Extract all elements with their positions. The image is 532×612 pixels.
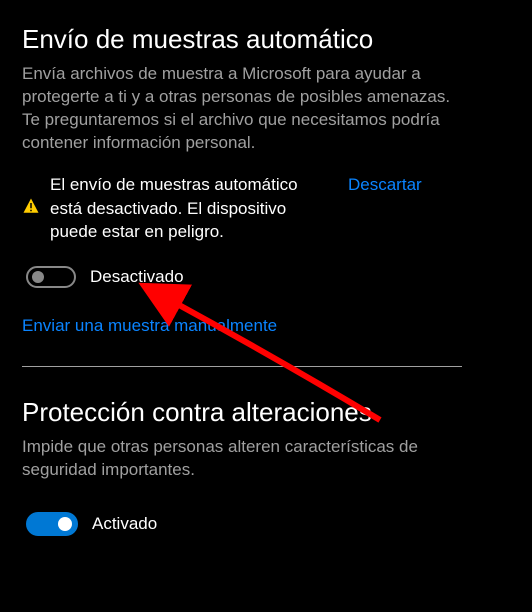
warning-row: El envío de muestras automático está des… [22, 173, 508, 244]
section-divider [22, 366, 462, 367]
warning-icon [22, 197, 40, 220]
tamper-toggle[interactable] [26, 512, 78, 536]
auto-sample-description: Envía archivos de muestra a Microsoft pa… [22, 63, 462, 155]
tamper-toggle-row: Activado [26, 512, 508, 536]
warning-text: El envío de muestras automático está des… [50, 173, 330, 244]
auto-sample-toggle-label: Desactivado [90, 267, 184, 287]
dismiss-link[interactable]: Descartar [348, 175, 422, 195]
auto-sample-title: Envío de muestras automático [22, 24, 508, 55]
toggle-knob [32, 271, 44, 283]
tamper-protection-title: Protección contra alteraciones [22, 397, 508, 428]
auto-sample-toggle[interactable] [26, 266, 76, 288]
toggle-knob [58, 517, 72, 531]
tamper-protection-description: Impide que otras personas alteren caract… [22, 436, 462, 482]
tamper-toggle-label: Activado [92, 514, 157, 534]
auto-sample-toggle-row: Desactivado [26, 266, 508, 288]
manual-sample-link[interactable]: Enviar una muestra manualmente [22, 316, 277, 336]
